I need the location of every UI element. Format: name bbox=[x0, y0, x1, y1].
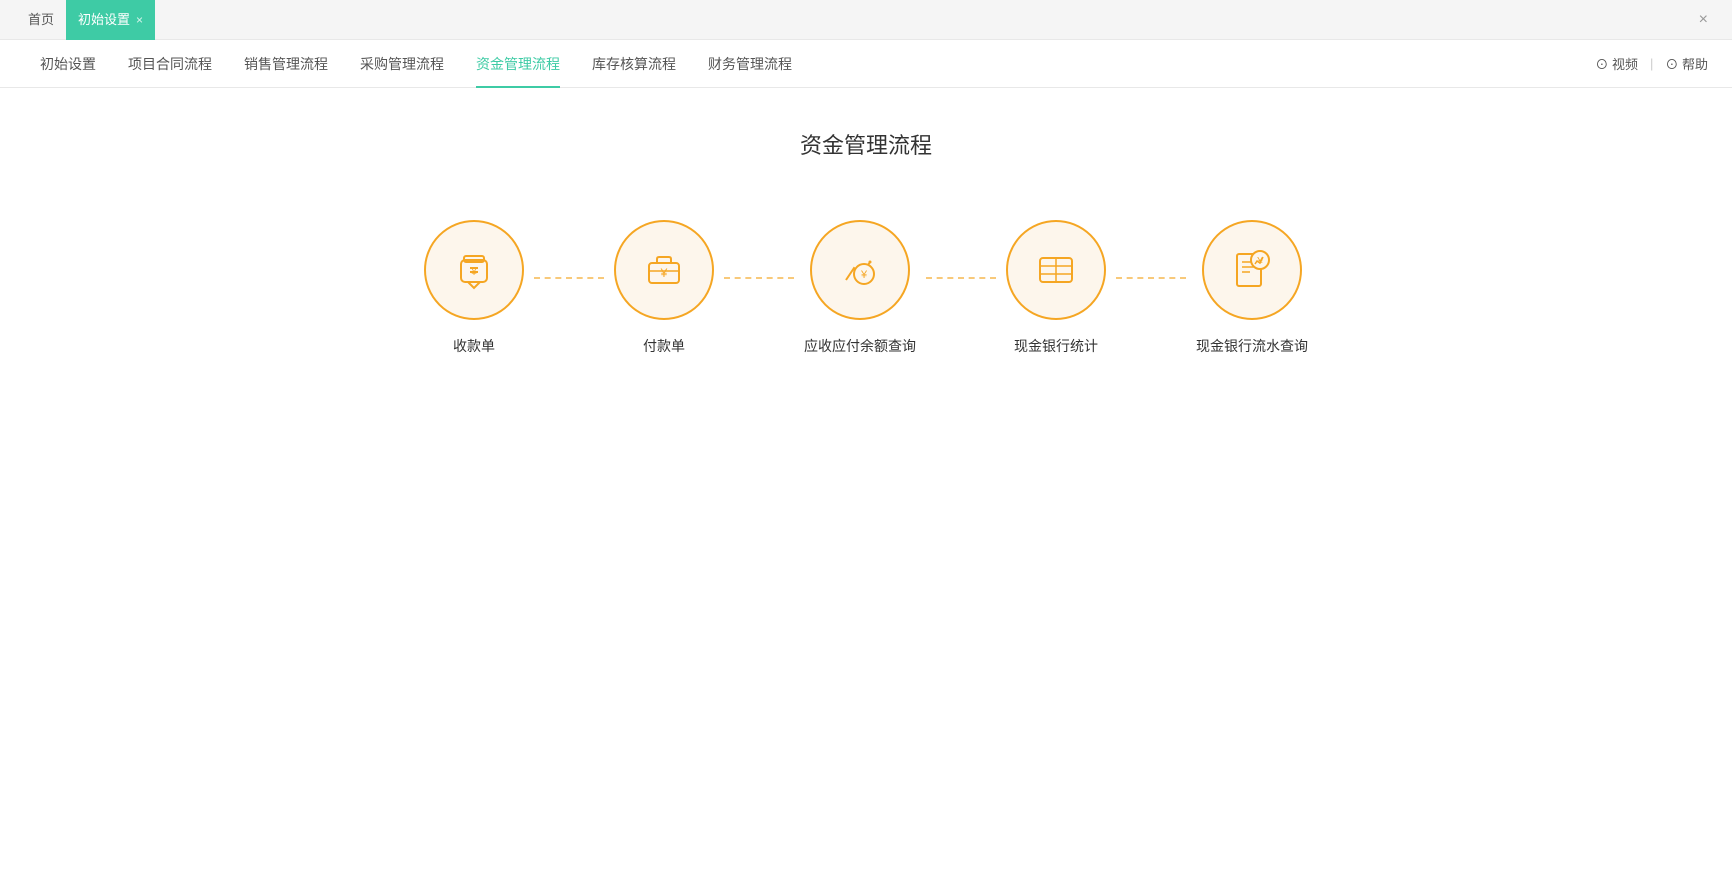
svg-text:¥: ¥ bbox=[470, 267, 477, 278]
top-right-area: × bbox=[1691, 11, 1716, 29]
connector-1 bbox=[524, 277, 614, 279]
nav-item-initial[interactable]: 初始设置 bbox=[24, 40, 112, 88]
tab-active-label: 初始设置 bbox=[78, 0, 130, 40]
flow-label-balance: 应收应付余额查询 bbox=[804, 336, 916, 356]
page-title: 资金管理流程 bbox=[800, 128, 932, 160]
video-link[interactable]: ⊙ 视频 bbox=[1595, 54, 1638, 73]
tab-close-icon[interactable]: × bbox=[136, 0, 143, 40]
nav-right-area: ⊙ 视频 | ⊙ 帮助 bbox=[1595, 54, 1708, 73]
flow-label-receipt: 收款单 bbox=[453, 336, 495, 356]
nav-bar: 初始设置 项目合同流程 销售管理流程 采购管理流程 资金管理流程 库存核算流程 … bbox=[0, 40, 1732, 88]
flow-label-cash-flow: 现金银行流水查询 bbox=[1196, 336, 1308, 356]
nav-item-inventory[interactable]: 库存核算流程 bbox=[576, 40, 692, 88]
nav-item-capital[interactable]: 资金管理流程 bbox=[460, 40, 576, 88]
flow-label-cash-bank: 现金银行统计 bbox=[1014, 336, 1098, 356]
payment-icon: ¥ bbox=[638, 244, 690, 296]
cash-flow-icon: ¥ bbox=[1226, 244, 1278, 296]
connector-4 bbox=[1106, 277, 1196, 279]
cash-bank-icon bbox=[1030, 244, 1082, 296]
flow-circle-cash-bank bbox=[1006, 220, 1106, 320]
balance-icon: ¥ bbox=[834, 244, 886, 296]
tab-home[interactable]: 首页 bbox=[16, 0, 66, 40]
flow-item-cash-bank[interactable]: 现金银行统计 bbox=[1006, 220, 1106, 356]
flow-circle-payment: ¥ bbox=[614, 220, 714, 320]
svg-text:¥: ¥ bbox=[660, 266, 668, 280]
tab-active[interactable]: 初始设置 × bbox=[66, 0, 155, 40]
flow-circle-cash-flow: ¥ bbox=[1202, 220, 1302, 320]
svg-text:¥: ¥ bbox=[860, 269, 868, 281]
nav-item-finance[interactable]: 财务管理流程 bbox=[692, 40, 808, 88]
flow-label-payment: 付款单 bbox=[643, 336, 685, 356]
nav-item-project[interactable]: 项目合同流程 bbox=[112, 40, 228, 88]
help-link[interactable]: ⊙ 帮助 bbox=[1665, 54, 1708, 73]
flow-item-payment[interactable]: ¥ 付款单 bbox=[614, 220, 714, 356]
flow-circle-balance: ¥ bbox=[810, 220, 910, 320]
connector-2 bbox=[714, 277, 804, 279]
flow-item-cash-flow[interactable]: ¥ 现金银行流水查询 bbox=[1196, 220, 1308, 356]
nav-item-sales[interactable]: 销售管理流程 bbox=[228, 40, 344, 88]
flow-item-balance[interactable]: ¥ 应收应付余额查询 bbox=[804, 220, 916, 356]
window-close-button[interactable]: × bbox=[1691, 11, 1716, 29]
flow-item-receipt[interactable]: ¥ 收款单 bbox=[424, 220, 524, 356]
flow-circle-receipt: ¥ bbox=[424, 220, 524, 320]
top-bar: 首页 初始设置 × × bbox=[0, 0, 1732, 40]
main-content: 资金管理流程 ¥ 收款单 bbox=[0, 88, 1732, 396]
flow-row: ¥ 收款单 ¥ 付款单 bbox=[424, 220, 1308, 356]
nav-item-purchase[interactable]: 采购管理流程 bbox=[344, 40, 460, 88]
connector-3 bbox=[916, 277, 1006, 279]
receipt-icon: ¥ bbox=[448, 244, 500, 296]
